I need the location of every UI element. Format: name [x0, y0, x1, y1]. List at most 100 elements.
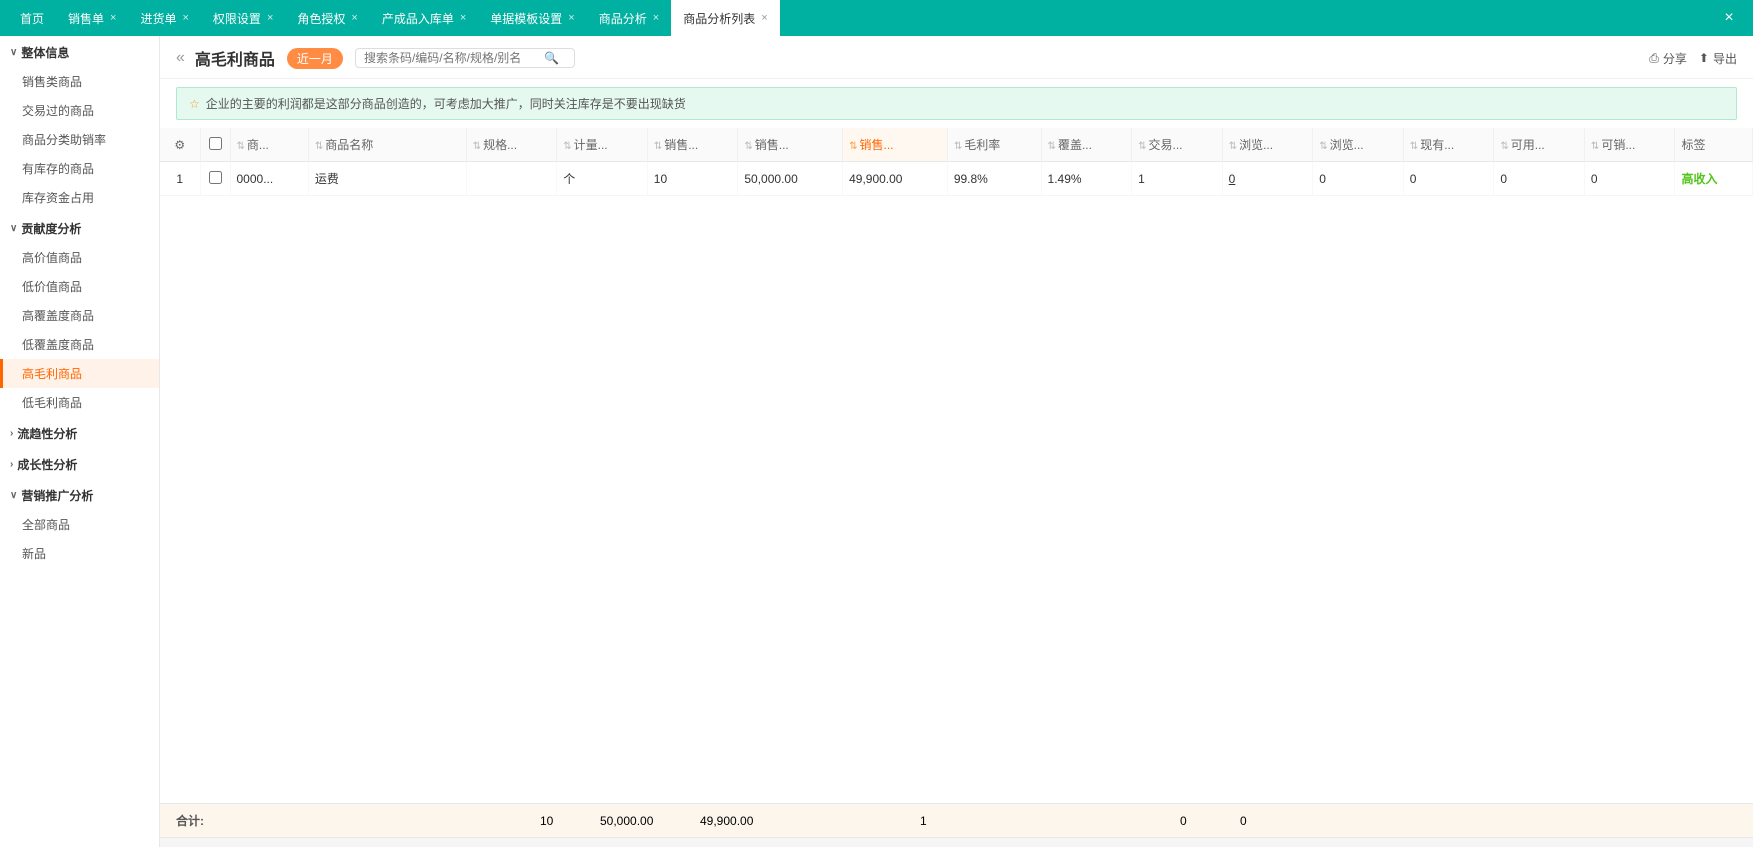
sidebar-group-trend[interactable]: › 流趋性分析 — [0, 417, 159, 448]
browse1-link[interactable]: 0 — [1229, 172, 1236, 186]
sidebar-item-in-stock[interactable]: 有库存的商品 — [0, 154, 159, 183]
col-coverage[interactable]: ⇅覆盖... — [1041, 128, 1132, 162]
col-available[interactable]: ⇅可用... — [1494, 128, 1585, 162]
sidebar-item-traded-goods[interactable]: 交易过的商品 — [0, 96, 159, 125]
col-spec[interactable]: ⇅规格... — [466, 128, 557, 162]
arrow-right-icon2: › — [10, 459, 13, 470]
sort-icon: ⇅ — [563, 141, 571, 152]
sidebar-group-marketing[interactable]: ∨ 营销推广分析 — [0, 479, 159, 510]
star-icon: ☆ — [189, 97, 200, 111]
sidebar-item-new-goods[interactable]: 新品 — [0, 539, 159, 568]
sidebar-item-low-margin[interactable]: 低毛利商品 — [0, 388, 159, 417]
sidebar-item-high-coverage[interactable]: 高覆盖度商品 — [0, 301, 159, 330]
sidebar-item-all-goods[interactable]: 全部商品 — [0, 510, 159, 539]
cell-unit: 个 — [557, 162, 648, 196]
sidebar-item-category-rate[interactable]: 商品分类助销率 — [0, 125, 159, 154]
close-product-tab[interactable]: × — [460, 12, 466, 24]
sidebar-collapse-button[interactable]: « — [176, 49, 185, 67]
col-browse1[interactable]: ⇅浏览... — [1222, 128, 1313, 162]
close-role-tab[interactable]: × — [351, 12, 357, 24]
sort-icon: ⇅ — [1048, 141, 1056, 152]
nav-template[interactable]: 单据模板设置 × — [478, 0, 586, 36]
search-input[interactable] — [364, 51, 544, 65]
footer-sales-qty: 10 — [540, 814, 600, 828]
col-code[interactable]: ⇅商... — [230, 128, 308, 162]
nav-permission[interactable]: 权限设置 × — [201, 0, 285, 36]
horizontal-scrollbar[interactable] — [160, 837, 1753, 847]
sidebar-item-high-value[interactable]: 高价值商品 — [0, 243, 159, 272]
arrow-right-icon: › — [10, 428, 13, 439]
sidebar-item-sales-goods[interactable]: 销售类商品 — [0, 67, 159, 96]
col-unit[interactable]: ⇅计量... — [557, 128, 648, 162]
share-button[interactable]: ⎙ 分享 — [1649, 50, 1687, 67]
nav-analysis[interactable]: 商品分析 × — [587, 0, 671, 36]
footer-available: 0 — [1180, 814, 1240, 828]
select-all-checkbox[interactable] — [209, 137, 222, 150]
nav-product-stock[interactable]: 产成品入库单 × — [370, 0, 478, 36]
search-icon[interactable]: 🔍 — [544, 51, 559, 65]
col-tag: 标签 — [1675, 128, 1753, 162]
sort-icon: ⇅ — [744, 141, 752, 152]
sidebar-group-growth[interactable]: › 成长性分析 — [0, 448, 159, 479]
col-name[interactable]: ⇅商品名称 — [308, 128, 466, 162]
info-banner: ☆ 企业的主要的利润都是这部分商品创造的，可考虑加大推广，同时关注库存是不要出现… — [176, 87, 1737, 120]
close-analysis-list-tab[interactable]: × — [761, 12, 767, 24]
page-title: 高毛利商品 — [195, 46, 275, 70]
close-sales-tab[interactable]: × — [110, 12, 116, 24]
close-template-tab[interactable]: × — [568, 12, 574, 24]
cell-stock: 0 — [1403, 162, 1494, 196]
cell-index: 1 — [160, 162, 200, 196]
nav-home[interactable]: 首页 — [8, 0, 56, 36]
footer-total-row: 合计: 10 50,000.00 49,900.00 1 0 0 — [160, 803, 1753, 837]
cell-trade: 1 — [1132, 162, 1223, 196]
col-saleable[interactable]: ⇅可销... — [1584, 128, 1675, 162]
nav-role[interactable]: 角色授权 × — [285, 0, 369, 36]
sidebar-item-low-value[interactable]: 低价值商品 — [0, 272, 159, 301]
col-browse2[interactable]: ⇅浏览... — [1313, 128, 1404, 162]
info-text: 企业的主要的利润都是这部分商品创造的，可考虑加大推广，同时关注库存是不要出现缺货 — [206, 95, 686, 112]
col-sales-amt2[interactable]: ⇅销售... — [843, 128, 948, 162]
close-analysis-tab[interactable]: × — [653, 12, 659, 24]
data-table: ⚙ ⇅商... ⇅商品名称 ⇅规格... — [160, 128, 1753, 196]
footer-sales-amt1: 50,000.00 — [600, 814, 700, 828]
sidebar-group-overall[interactable]: ∨ 整体信息 — [0, 36, 159, 67]
cell-sales-qty: 10 — [647, 162, 738, 196]
sort-icon: ⇅ — [1500, 141, 1508, 152]
sidebar-item-high-margin[interactable]: 高毛利商品 — [0, 359, 159, 388]
filter-period-button[interactable]: 近一月 — [287, 48, 343, 69]
col-sales-qty[interactable]: ⇅销售... — [647, 128, 738, 162]
col-trade[interactable]: ⇅交易... — [1132, 128, 1223, 162]
sidebar-group-contribution[interactable]: ∨ 贡献度分析 — [0, 212, 159, 243]
cell-coverage: 1.49% — [1041, 162, 1132, 196]
settings-icon[interactable]: ⚙ — [174, 138, 185, 152]
nav-purchase[interactable]: 进货单 × — [128, 0, 200, 36]
cell-sales-amt1: 50,000.00 — [738, 162, 843, 196]
sort-icon: ⇅ — [1410, 141, 1418, 152]
sort-icon: ⇅ — [237, 141, 245, 152]
table-container[interactable]: ⚙ ⇅商... ⇅商品名称 ⇅规格... — [160, 128, 1753, 803]
footer-saleable: 0 — [1240, 814, 1300, 828]
cell-spec — [466, 162, 557, 196]
close-window-button[interactable]: × — [1713, 0, 1745, 36]
cell-sales-amt2: 49,900.00 — [843, 162, 948, 196]
export-button[interactable]: ⬆ 导出 — [1699, 50, 1737, 67]
col-gross-rate[interactable]: ⇅毛利率 — [947, 128, 1041, 162]
tag-label: 高收入 — [1681, 172, 1717, 186]
search-box: 🔍 — [355, 48, 575, 68]
col-stock[interactable]: ⇅现有... — [1403, 128, 1494, 162]
total-label: 合计: — [160, 812, 280, 829]
cell-name: 运费 — [308, 162, 466, 196]
arrow-icon: ∨ — [10, 47, 17, 58]
cell-browse1[interactable]: 0 — [1222, 162, 1313, 196]
nav-analysis-list[interactable]: 商品分析列表 × — [671, 0, 779, 36]
sidebar-item-low-coverage[interactable]: 低覆盖度商品 — [0, 330, 159, 359]
row-checkbox[interactable] — [209, 171, 222, 184]
close-permission-tab[interactable]: × — [267, 12, 273, 24]
nav-sales[interactable]: 销售单 × — [56, 0, 128, 36]
cell-tag: 高收入 — [1675, 162, 1753, 196]
sidebar-item-stock-capital[interactable]: 库存资金占用 — [0, 183, 159, 212]
col-sales-amt1[interactable]: ⇅销售... — [738, 128, 843, 162]
close-purchase-tab[interactable]: × — [182, 12, 188, 24]
content-header: « 高毛利商品 近一月 🔍 ⎙ 分享 ⬆ 导出 — [160, 36, 1753, 79]
cell-gross-rate: 99.8% — [947, 162, 1041, 196]
